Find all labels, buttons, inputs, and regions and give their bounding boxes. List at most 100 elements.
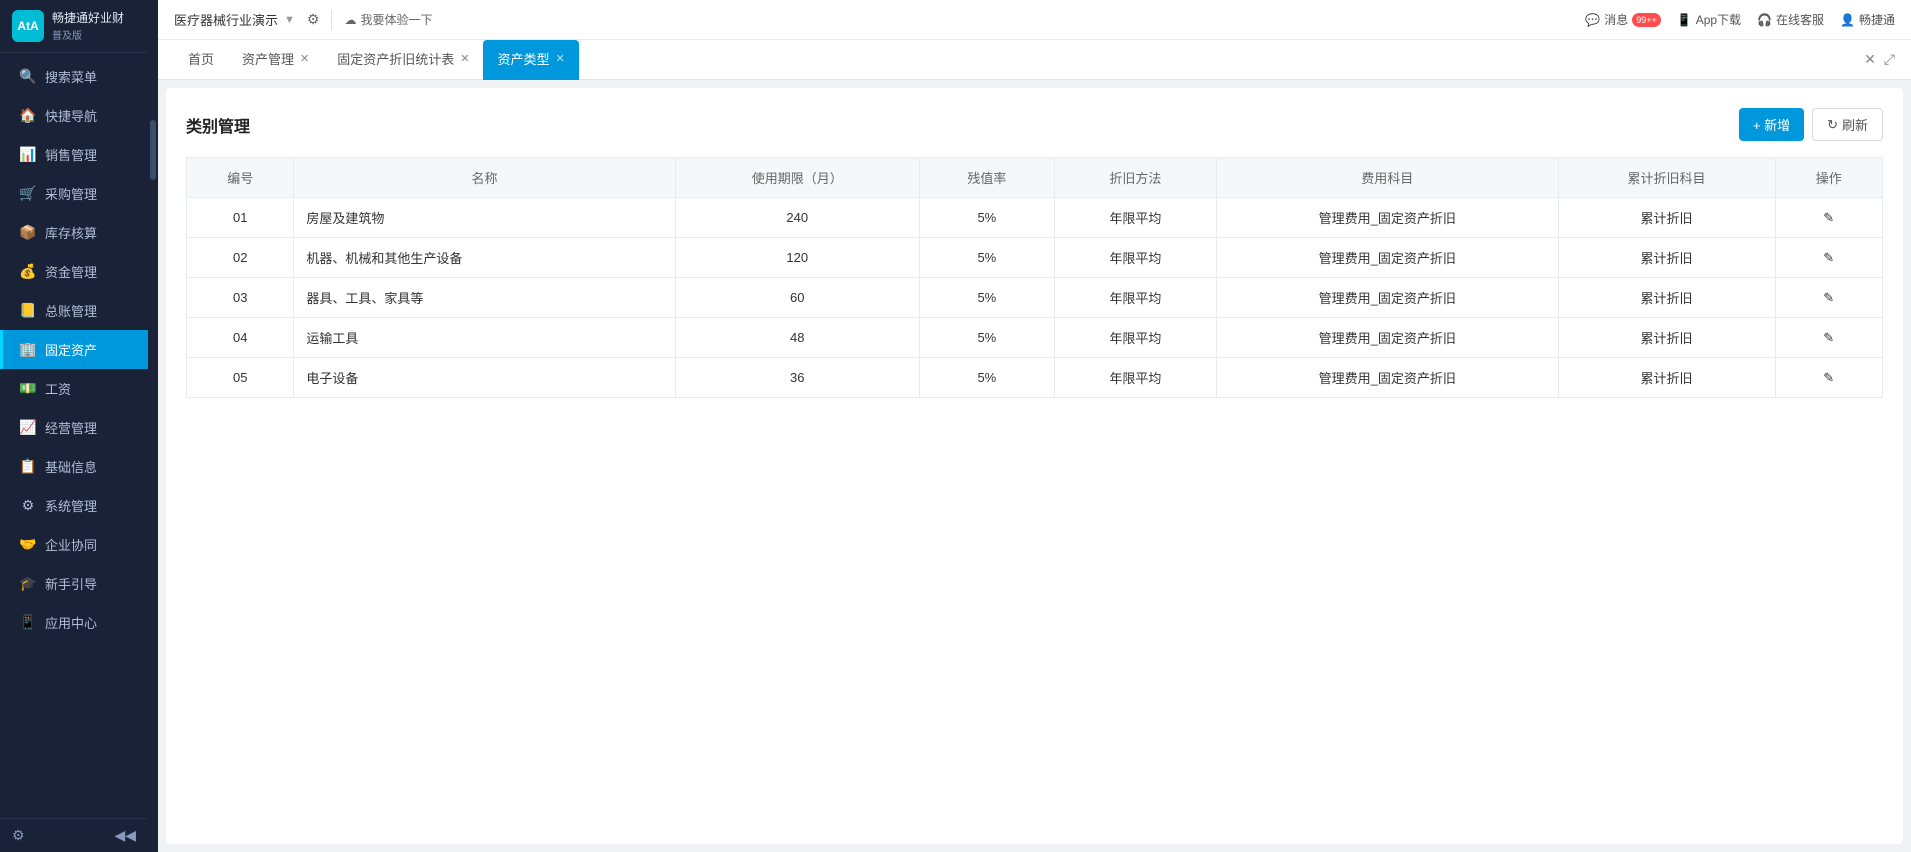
- table-cell: 36: [675, 358, 919, 398]
- col-header: 使用期限（月）: [675, 158, 919, 198]
- company-name: 医疗器械行业演示: [174, 10, 278, 29]
- window-controls: ✕ ⤢: [1864, 51, 1895, 68]
- tab-asset-mgmt[interactable]: 资产管理 ✕: [228, 40, 323, 80]
- table-cell: 累计折旧: [1558, 318, 1775, 358]
- tab-depreciation-table[interactable]: 固定资产折旧统计表✕: [323, 40, 483, 80]
- table-cell: 电子设备: [294, 358, 675, 398]
- table-cell: 年限平均: [1054, 238, 1216, 278]
- sidebar-item-label: 应用中心: [45, 613, 97, 632]
- sidebar-item-app-center[interactable]: 📱应用中心: [0, 603, 148, 642]
- search-icon: 🔍: [19, 68, 37, 85]
- edit-action[interactable]: ✎: [1775, 318, 1882, 358]
- message-button[interactable]: 💬 消息 99++: [1585, 11, 1661, 28]
- close-panel-icon[interactable]: ✕: [1864, 51, 1876, 68]
- sidebar-item-quick-nav[interactable]: 🏠 快捷导航: [0, 96, 148, 135]
- operations-icon: 📈: [19, 419, 37, 436]
- company-selector[interactable]: 医疗器械行业演示 ▼: [174, 10, 295, 29]
- table-cell: 年限平均: [1054, 318, 1216, 358]
- sidebar-item-search[interactable]: 🔍 搜索菜单: [0, 57, 148, 96]
- experience-icon: ☁: [344, 13, 356, 27]
- fixed-assets-icon: 🏢: [19, 341, 37, 358]
- table-cell: 5%: [919, 278, 1054, 318]
- table-cell: 5%: [919, 198, 1054, 238]
- settings-icon[interactable]: ⚙: [12, 827, 25, 844]
- sidebar-item-inventory[interactable]: 📦 库存核算: [0, 213, 148, 252]
- sidebar-footer: ⚙ ◀◀: [0, 818, 148, 852]
- message-icon: 💬: [1585, 13, 1600, 27]
- table-cell: 60: [675, 278, 919, 318]
- page-title: 类别管理: [186, 113, 250, 137]
- expand-icon[interactable]: ⤢: [1884, 51, 1895, 68]
- table-cell: 管理费用_固定资产折旧: [1216, 238, 1558, 278]
- col-header: 名称: [294, 158, 675, 198]
- capital-icon: 💰: [19, 263, 37, 280]
- tab-close-icon[interactable]: ✕: [556, 52, 565, 65]
- table-cell: 累计折旧: [1558, 358, 1775, 398]
- tab-home[interactable]: 首页: [174, 40, 228, 80]
- scroll-thumb: [150, 120, 156, 180]
- sidebar-item-label: 经营管理: [45, 418, 97, 437]
- sidebar-item-label: 工资: [45, 379, 71, 398]
- content-area: 类别管理 + 新增 ↻ 刷新 编号名称使用期限（月）残值率折旧方法费用科目累计折…: [166, 88, 1903, 844]
- sidebar-item-operations[interactable]: 📈 经营管理: [0, 408, 148, 447]
- tab-close-icon[interactable]: ✕: [460, 52, 469, 65]
- logo-icon: AtA: [12, 10, 44, 42]
- category-table: 编号名称使用期限（月）残值率折旧方法费用科目累计折旧科目操作 01房屋及建筑物2…: [186, 157, 1883, 398]
- table-cell: 05: [187, 358, 294, 398]
- sidebar-item-label: 搜索菜单: [45, 67, 97, 86]
- quick-nav-icon: 🏠: [19, 107, 37, 124]
- app-download-button[interactable]: 📱 App下载: [1677, 11, 1741, 28]
- sidebar-item-label: 企业协同: [45, 535, 97, 554]
- sidebar-item-label: 采购管理: [45, 184, 97, 203]
- sidebar-item-label: 新手引导: [45, 574, 97, 593]
- sidebar-item-sales[interactable]: 📊 销售管理: [0, 135, 148, 174]
- table-cell: 03: [187, 278, 294, 318]
- edit-action[interactable]: ✎: [1775, 358, 1882, 398]
- edit-action[interactable]: ✎: [1775, 198, 1882, 238]
- user-icon: 👤: [1840, 13, 1855, 27]
- table-cell: 房屋及建筑物: [294, 198, 675, 238]
- settings-gear-icon[interactable]: ⚙: [307, 11, 320, 28]
- sidebar-item-enterprise[interactable]: 🤝企业协同: [0, 525, 148, 564]
- sidebar-item-system[interactable]: ⚙系统管理: [0, 486, 148, 525]
- tabs-bar: 首页资产管理✕固定资产折旧统计表✕资产类型✕ ✕ ⤢: [158, 40, 1911, 80]
- user-menu[interactable]: 👤 畅捷通: [1840, 11, 1895, 28]
- tab-close-icon[interactable]: ✕: [300, 52, 309, 65]
- tab-asset-type[interactable]: 资产类型✕: [483, 40, 578, 80]
- table-cell: 04: [187, 318, 294, 358]
- sidebar-item-payroll[interactable]: 💵工资: [0, 369, 148, 408]
- edit-action[interactable]: ✎: [1775, 278, 1882, 318]
- table-cell: 运输工具: [294, 318, 675, 358]
- sales-icon: 📊: [19, 146, 37, 163]
- table-row: 03器具、工具、家具等605%年限平均管理费用_固定资产折旧累计折旧✎: [187, 278, 1883, 318]
- sidebar-item-label: 销售管理: [45, 145, 97, 164]
- table-row: 02机器、机械和其他生产设备1205%年限平均管理费用_固定资产折旧累计折旧✎: [187, 238, 1883, 278]
- logo-name: 畅捷通好业财: [52, 10, 124, 27]
- sidebar-item-guide[interactable]: 🎓新手引导: [0, 564, 148, 603]
- refresh-button[interactable]: ↻ 刷新: [1812, 108, 1883, 141]
- main-area: 医疗器械行业演示 ▼ ⚙ ☁ 我要体验一下 💬 消息 99++ 📱 App下载 …: [158, 0, 1911, 852]
- sidebar-item-label: 系统管理: [45, 496, 97, 515]
- sidebar-item-label: 库存核算: [45, 223, 97, 242]
- edit-action[interactable]: ✎: [1775, 238, 1882, 278]
- sidebar: AtA 畅捷通好业财 普及版 🔍 搜索菜单 🏠 快捷导航 📊 销售管理 🛒采购管理 📦 库存核算…: [0, 0, 148, 852]
- experience-button[interactable]: ☁ 我要体验一下: [344, 11, 432, 28]
- tab-label: 资产管理: [242, 49, 294, 68]
- table-cell: 5%: [919, 318, 1054, 358]
- table-cell: 5%: [919, 358, 1054, 398]
- inventory-icon: 📦: [19, 224, 37, 241]
- sidebar-item-purchase[interactable]: 🛒采购管理: [0, 174, 148, 213]
- new-button[interactable]: + 新增: [1739, 108, 1804, 141]
- col-header: 折旧方法: [1054, 158, 1216, 198]
- logo-sub: 普及版: [52, 27, 124, 42]
- collapse-icon[interactable]: ◀◀: [114, 827, 136, 844]
- sidebar-item-ledger[interactable]: 📒总账管理: [0, 291, 148, 330]
- sidebar-item-fixed-assets[interactable]: 🏢固定资产: [0, 330, 148, 369]
- table-cell: 5%: [919, 238, 1054, 278]
- sidebar-item-label: 快捷导航: [45, 106, 97, 125]
- sidebar-scrollbar[interactable]: [148, 0, 158, 852]
- sidebar-item-basic-info[interactable]: 📋基础信息: [0, 447, 148, 486]
- sidebar-item-capital[interactable]: 💰资金管理: [0, 252, 148, 291]
- sidebar-nav: 🔍 搜索菜单 🏠 快捷导航 📊 销售管理 🛒采购管理 📦 库存核算 💰资金管理📒总账管理🏢固定资产…: [0, 53, 148, 818]
- customer-service-button[interactable]: 🎧 在线客服: [1757, 11, 1824, 28]
